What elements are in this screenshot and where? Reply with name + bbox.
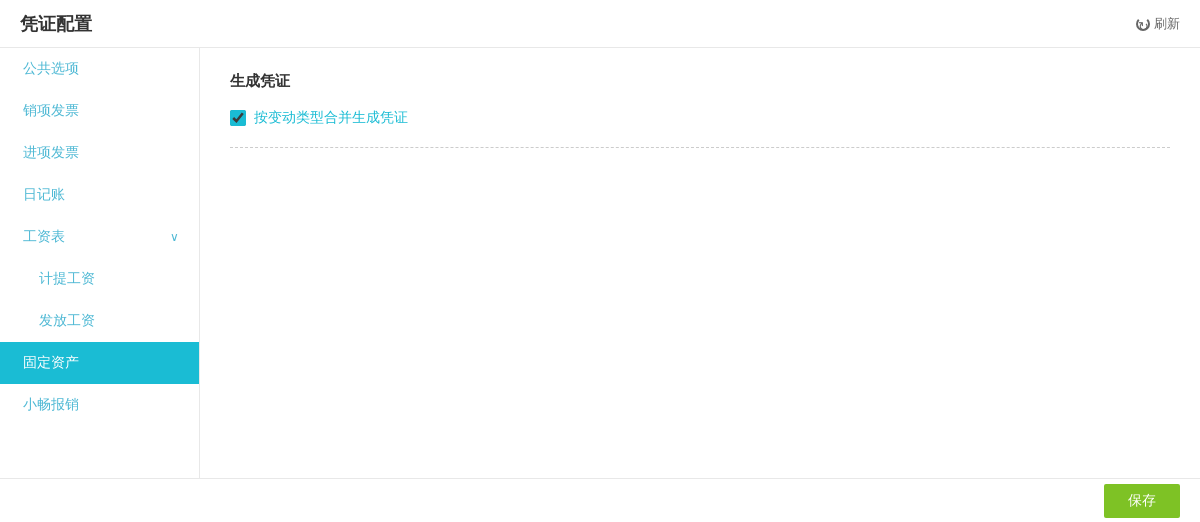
sidebar-item-label: 销项发票 bbox=[23, 102, 79, 120]
sidebar-item-label: 小畅报销 bbox=[23, 396, 79, 414]
sidebar-item-payroll-table[interactable]: 工资表 ∨ bbox=[0, 216, 199, 258]
sidebar-item-public-options[interactable]: 公共选项 bbox=[0, 48, 199, 90]
chevron-down-icon: ∨ bbox=[170, 230, 179, 244]
merge-by-type-checkbox[interactable] bbox=[230, 110, 246, 126]
refresh-button[interactable]: ↻ 刷新 bbox=[1136, 15, 1180, 33]
sidebar-item-journal[interactable]: 日记账 bbox=[0, 174, 199, 216]
sidebar-item-expense-report[interactable]: 小畅报销 bbox=[0, 384, 199, 426]
main-layout: 公共选项销项发票进项发票日记账工资表 ∨ 计提工资发放工资固定资产小畅报销 生成凭证… bbox=[0, 48, 1200, 478]
sidebar: 公共选项销项发票进项发票日记账工资表 ∨ 计提工资发放工资固定资产小畅报销 bbox=[0, 48, 200, 478]
sidebar-item-label: 公共选项 bbox=[23, 60, 79, 78]
sidebar-item-label: 固定资产 bbox=[23, 354, 79, 372]
merge-by-type-label[interactable]: 按变动类型合并生成凭证 bbox=[254, 109, 408, 127]
sidebar-item-label: 工资表 bbox=[23, 228, 65, 246]
section-divider bbox=[230, 147, 1170, 148]
page-header: 凭证配置 ↻ 刷新 bbox=[0, 0, 1200, 48]
page-title: 凭证配置 bbox=[20, 12, 92, 36]
main-content: 生成凭证 按变动类型合并生成凭证 bbox=[200, 48, 1200, 478]
sidebar-item-label: 日记账 bbox=[23, 186, 65, 204]
save-button[interactable]: 保存 bbox=[1104, 484, 1180, 518]
refresh-icon: ↻ bbox=[1136, 17, 1150, 31]
sidebar-item-label: 计提工资 bbox=[39, 270, 95, 288]
sidebar-item-label: 进项发票 bbox=[23, 144, 79, 162]
sidebar-item-calc-salary[interactable]: 计提工资 bbox=[0, 258, 199, 300]
sidebar-item-pay-salary[interactable]: 发放工资 bbox=[0, 300, 199, 342]
sidebar-item-purchase-invoice[interactable]: 进项发票 bbox=[0, 132, 199, 174]
sidebar-item-label: 发放工资 bbox=[39, 312, 95, 330]
refresh-label: 刷新 bbox=[1154, 15, 1180, 33]
checkbox-row: 按变动类型合并生成凭证 bbox=[230, 109, 1170, 127]
page-footer: 保存 bbox=[0, 478, 1200, 522]
section-title: 生成凭证 bbox=[230, 72, 1170, 91]
sidebar-item-sales-invoice[interactable]: 销项发票 bbox=[0, 90, 199, 132]
sidebar-item-fixed-assets[interactable]: 固定资产 bbox=[0, 342, 199, 384]
